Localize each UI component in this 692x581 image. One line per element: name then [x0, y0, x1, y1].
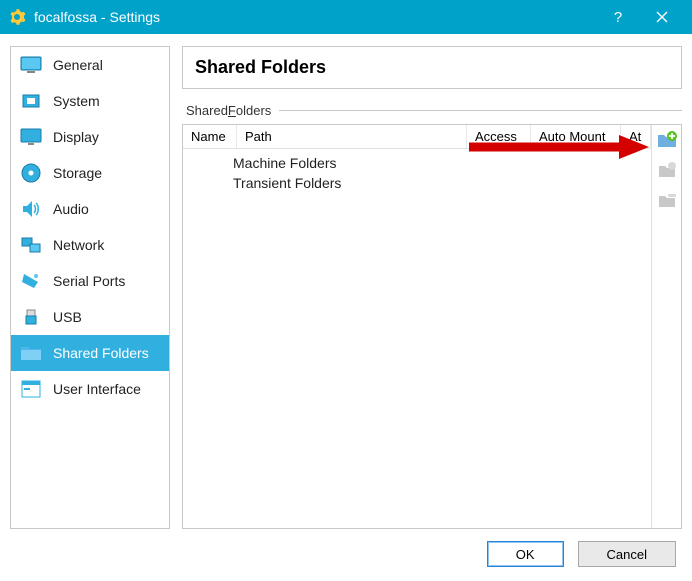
chip-icon — [19, 91, 43, 111]
cancel-button[interactable]: Cancel — [578, 541, 676, 567]
sidebar-item-network[interactable]: Network — [11, 227, 169, 263]
col-at[interactable]: At — [621, 125, 651, 148]
monitor-icon — [19, 55, 43, 75]
row-machine-folders[interactable]: Machine Folders — [233, 155, 651, 171]
folder-icon — [19, 343, 43, 363]
sidebar-item-system[interactable]: System — [11, 83, 169, 119]
disk-icon — [19, 163, 43, 183]
serial-icon — [19, 271, 43, 291]
sidebar-item-label: USB — [53, 309, 82, 325]
column-headers: Name Path Access Auto Mount At — [183, 125, 651, 149]
sidebar-item-ui[interactable]: User Interface — [11, 371, 169, 407]
sidebar-item-usb[interactable]: USB — [11, 299, 169, 335]
sidebar-item-storage[interactable]: Storage — [11, 155, 169, 191]
sidebar-item-label: System — [53, 93, 100, 109]
content-area: General System Display Storage Audio Net… — [0, 34, 692, 529]
window-title: focalfossa - Settings — [34, 9, 596, 25]
col-path[interactable]: Path — [237, 125, 467, 148]
sidebar-item-label: Display — [53, 129, 99, 145]
sidebar-item-audio[interactable]: Audio — [11, 191, 169, 227]
section-label: Shared Folders — [186, 103, 682, 118]
sidebar-item-label: Network — [53, 237, 104, 253]
network-icon — [19, 235, 43, 255]
table-toolbar — [651, 125, 681, 528]
sidebar-item-display[interactable]: Display — [11, 119, 169, 155]
sidebar-item-label: User Interface — [53, 381, 141, 397]
sidebar-item-label: Storage — [53, 165, 102, 181]
col-access[interactable]: Access — [467, 125, 531, 148]
shared-folders-table: Name Path Access Auto Mount At Machine F… — [182, 124, 682, 529]
close-button[interactable] — [640, 0, 684, 34]
sidebar-item-serial[interactable]: Serial Ports — [11, 263, 169, 299]
sidebar-item-label: Audio — [53, 201, 89, 217]
display-icon — [19, 127, 43, 147]
ui-icon — [19, 379, 43, 399]
sidebar-item-shared-folders[interactable]: Shared Folders — [11, 335, 169, 371]
sidebar-item-label: Serial Ports — [53, 273, 125, 289]
col-name[interactable]: Name — [183, 125, 237, 148]
help-button[interactable]: ? — [596, 0, 640, 34]
add-share-button[interactable] — [656, 129, 678, 151]
audio-icon — [19, 199, 43, 219]
sidebar-item-label: General — [53, 57, 103, 73]
remove-share-button[interactable] — [656, 189, 678, 211]
titlebar: focalfossa - Settings ? — [0, 0, 692, 34]
settings-sidebar: General System Display Storage Audio Net… — [10, 46, 170, 529]
table-rows: Machine Folders Transient Folders — [183, 149, 651, 195]
sidebar-item-label: Shared Folders — [53, 345, 149, 361]
usb-icon — [19, 307, 43, 327]
main-panel: Shared Folders Shared Folders Name Path … — [182, 46, 682, 529]
edit-share-button[interactable] — [656, 159, 678, 181]
sidebar-item-general[interactable]: General — [11, 47, 169, 83]
ok-button[interactable]: OK — [487, 541, 564, 567]
page-title: Shared Folders — [182, 46, 682, 89]
gear-icon — [8, 8, 26, 26]
dialog-footer: OK Cancel — [0, 529, 692, 579]
row-transient-folders[interactable]: Transient Folders — [233, 175, 651, 191]
col-auto-mount[interactable]: Auto Mount — [531, 125, 621, 148]
